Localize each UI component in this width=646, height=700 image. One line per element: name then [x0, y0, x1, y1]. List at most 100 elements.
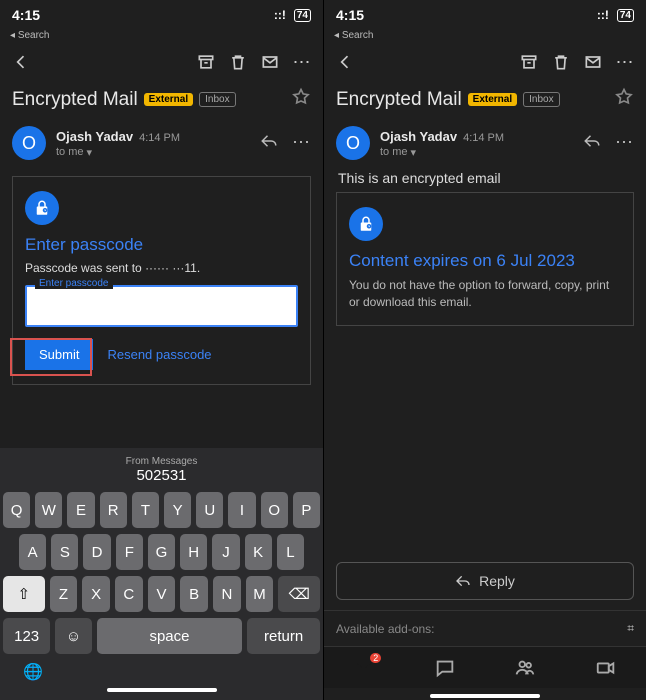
resend-button[interactable]: Resend passcode [107, 347, 211, 362]
delete-button[interactable] [227, 51, 249, 73]
key-d[interactable]: D [83, 534, 110, 570]
subject-row: Encrypted Mail External Inbox [324, 79, 646, 116]
key-o[interactable]: O [261, 492, 288, 528]
nav-chat[interactable] [434, 657, 456, 684]
status-bar: 4:15 ::! 74 [324, 0, 646, 30]
left-pane: 4:15 ::! 74 ◂ Search ⋯ Encrypted Mail Ex… [0, 0, 323, 700]
lock-icon [349, 207, 383, 241]
chevron-down-icon: ▾ [87, 146, 93, 159]
mail-badge: 2 [370, 653, 381, 663]
numbers-key[interactable]: 123 [3, 618, 50, 654]
confidential-card: Content expires on 6 Jul 2023 You do not… [336, 192, 634, 326]
key-i[interactable]: I [228, 492, 255, 528]
home-indicator[interactable] [107, 688, 217, 692]
sender-name: Ojash Yadav [56, 129, 133, 144]
back-button[interactable] [334, 51, 356, 73]
battery-icon: 74 [294, 9, 311, 22]
subject-text: Encrypted Mail [12, 89, 138, 111]
reply-icon[interactable] [260, 132, 278, 155]
lock-icon [25, 191, 59, 225]
key-j[interactable]: J [212, 534, 239, 570]
key-s[interactable]: S [51, 534, 78, 570]
backspace-key[interactable]: ⌫ [278, 576, 320, 612]
passcode-sent-to: Passcode was sent to ······ ···11. [25, 261, 298, 275]
toolbar: ⋯ [324, 45, 646, 79]
key-e[interactable]: E [67, 492, 94, 528]
key-x[interactable]: X [82, 576, 110, 612]
key-v[interactable]: V [148, 576, 176, 612]
bottom-nav: 2 [324, 646, 646, 688]
submit-button[interactable]: Submit [25, 339, 93, 370]
recipient-toggle[interactable]: to me▾ [56, 146, 250, 159]
sender-avatar[interactable]: O [12, 126, 46, 160]
key-b[interactable]: B [180, 576, 208, 612]
keyboard: From Messages 502531 QWERTYUIOP ASDFGHJK… [0, 448, 323, 700]
sender-avatar[interactable]: O [336, 126, 370, 160]
key-q[interactable]: Q [3, 492, 30, 528]
sender-row: O Ojash Yadav4:14 PM to me▾ ⋯ [0, 116, 323, 170]
signal-icon: ::! [597, 8, 609, 22]
globe-key[interactable]: 🌐 [23, 662, 43, 682]
nav-mail[interactable]: 2 [353, 657, 375, 684]
chevron-down-icon: ▾ [411, 146, 417, 159]
nav-spaces[interactable] [514, 657, 536, 684]
recipient-toggle[interactable]: to me▾ [380, 146, 573, 159]
delete-button[interactable] [550, 51, 572, 73]
shift-key[interactable]: ⇧ [3, 576, 45, 612]
mail-button[interactable] [582, 51, 604, 73]
status-bar: 4:15 ::! 74 [0, 0, 323, 30]
return-key[interactable]: return [247, 618, 320, 654]
status-time: 4:15 [336, 7, 364, 23]
passcode-title: Enter passcode [25, 235, 298, 255]
subject-text: Encrypted Mail [336, 89, 462, 111]
external-badge: External [144, 93, 193, 106]
inbox-badge: Inbox [199, 92, 235, 107]
archive-button[interactable] [518, 51, 540, 73]
external-badge: External [468, 93, 517, 106]
more-button[interactable]: ⋯ [614, 51, 636, 73]
back-to-search[interactable]: ◂ Search [0, 30, 323, 45]
key-r[interactable]: R [100, 492, 127, 528]
key-k[interactable]: K [245, 534, 272, 570]
nav-meet[interactable] [595, 657, 617, 684]
back-button[interactable] [10, 51, 32, 73]
email-body: This is an encrypted email [324, 170, 646, 186]
key-t[interactable]: T [132, 492, 159, 528]
key-n[interactable]: N [213, 576, 241, 612]
battery-icon: 74 [617, 9, 634, 22]
slack-icon[interactable]: ⌗ [627, 621, 634, 636]
archive-button[interactable] [195, 51, 217, 73]
mail-button[interactable] [259, 51, 281, 73]
key-g[interactable]: G [148, 534, 175, 570]
reply-icon[interactable] [583, 132, 601, 155]
reply-button[interactable]: Reply [336, 562, 634, 600]
emoji-key[interactable]: ☺ [55, 618, 91, 654]
key-h[interactable]: H [180, 534, 207, 570]
sender-name: Ojash Yadav [380, 129, 457, 144]
subject-row: Encrypted Mail External Inbox [0, 79, 323, 116]
inbox-badge: Inbox [523, 92, 559, 107]
key-y[interactable]: Y [164, 492, 191, 528]
key-l[interactable]: L [277, 534, 304, 570]
addons-row[interactable]: Available add-ons: ⌗ [324, 610, 646, 646]
message-more-button[interactable]: ⋯ [292, 132, 311, 155]
more-button[interactable]: ⋯ [291, 51, 313, 73]
message-more-button[interactable]: ⋯ [615, 132, 634, 155]
keyboard-suggestion[interactable]: From Messages 502531 [3, 452, 320, 486]
key-p[interactable]: P [293, 492, 320, 528]
key-w[interactable]: W [35, 492, 62, 528]
key-u[interactable]: U [196, 492, 223, 528]
star-button[interactable] [614, 87, 634, 112]
key-f[interactable]: F [116, 534, 143, 570]
home-indicator[interactable] [430, 694, 540, 698]
back-to-search[interactable]: ◂ Search [324, 30, 646, 45]
passcode-input[interactable] [25, 285, 298, 327]
key-c[interactable]: C [115, 576, 143, 612]
expiry-title: Content expires on 6 Jul 2023 [349, 251, 621, 271]
key-z[interactable]: Z [50, 576, 78, 612]
key-m[interactable]: M [246, 576, 274, 612]
key-a[interactable]: A [19, 534, 46, 570]
space-key[interactable]: space [97, 618, 243, 654]
star-button[interactable] [291, 87, 311, 112]
status-time: 4:15 [12, 7, 40, 23]
